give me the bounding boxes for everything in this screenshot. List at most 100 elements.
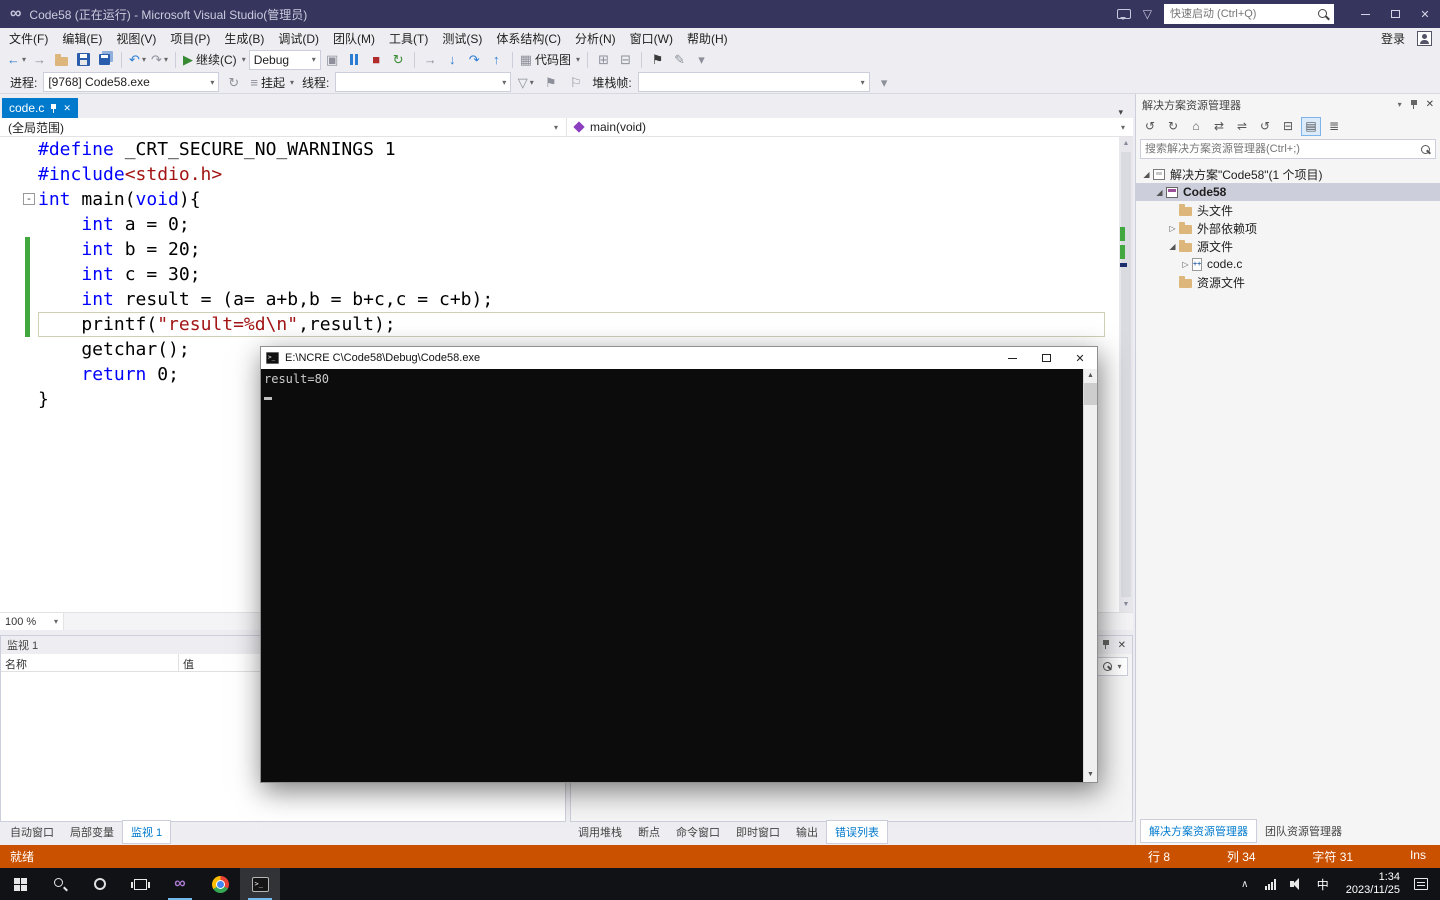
taskbar-console-app[interactable]: >_: [240, 868, 280, 900]
switch-views-button[interactable]: ⇄: [1209, 117, 1229, 136]
redo-button[interactable]: ↷ ▾: [149, 49, 170, 70]
flag-thread-button[interactable]: ⚑: [540, 72, 561, 93]
code-gutter[interactable]: [0, 262, 38, 287]
panel-tab-0[interactable]: 调用堆栈: [570, 821, 630, 843]
taskbar-visual-studio[interactable]: ∞: [160, 868, 200, 900]
tree-expander-icon[interactable]: ◢: [1140, 170, 1153, 179]
unflag-threads-button[interactable]: ⚐: [565, 72, 586, 93]
solution-search-input[interactable]: [1145, 143, 1420, 155]
tree-item-solution[interactable]: ◢ 解决方案"Code58"(1 个项目): [1136, 165, 1440, 183]
menu-item-6[interactable]: 团队(M): [326, 28, 382, 49]
collapse-all-button[interactable]: ⊟: [1278, 117, 1298, 136]
attach-to-process-button[interactable]: ▣: [322, 49, 343, 70]
filter-threads-button[interactable]: ▽ ▾: [515, 72, 536, 93]
debug-configuration[interactable]: Debug ▾: [248, 49, 321, 70]
code-gutter[interactable]: [0, 212, 38, 237]
console-window[interactable]: >_ E:\NCRE C\Code58\Debug\Code58.exe ✕ r…: [260, 346, 1098, 783]
code-line-4[interactable]: int a = 0;: [0, 212, 1133, 237]
navigate-backward-button[interactable]: ← ▾: [5, 49, 28, 70]
panel-tab-4[interactable]: 输出: [788, 821, 826, 843]
menu-item-2[interactable]: 视图(V): [109, 28, 163, 49]
scrollbar-thumb[interactable]: [1084, 383, 1097, 405]
explorer-tab-1[interactable]: 团队资源管理器: [1257, 820, 1350, 842]
expand-outlining-button[interactable]: ⊞: [593, 49, 614, 70]
ime-button[interactable]: 中: [1310, 868, 1336, 900]
console-scrollbar[interactable]: ▲ ▼: [1083, 369, 1097, 782]
panel-tab-1[interactable]: 断点: [630, 821, 668, 843]
menu-item-7[interactable]: 工具(T): [382, 28, 435, 49]
step-out-button[interactable]: ↑: [486, 49, 507, 70]
code-gutter[interactable]: [0, 137, 38, 162]
start-button[interactable]: [0, 868, 40, 900]
refresh-button[interactable]: ↺: [1255, 117, 1275, 136]
toggle-bookmark-button[interactable]: ⚑: [647, 49, 668, 70]
panel-tab-5[interactable]: 错误列表: [826, 820, 888, 844]
show-all-files-button[interactable]: ▤: [1301, 116, 1321, 136]
scrollbar-thumb[interactable]: [1121, 152, 1131, 597]
menu-item-11[interactable]: 窗口(W): [623, 28, 680, 49]
process-refresh-button[interactable]: ↻: [223, 72, 244, 93]
save-button[interactable]: [73, 49, 94, 70]
member-dropdown[interactable]: main(void) ▾: [566, 118, 1133, 136]
notifications-filter-icon[interactable]: ▽: [1143, 7, 1152, 21]
explorer-tab-0[interactable]: 解决方案资源管理器: [1140, 819, 1257, 843]
break-all-button[interactable]: [344, 49, 365, 70]
code-gutter[interactable]: [0, 237, 38, 262]
panel-tab-2[interactable]: 命令窗口: [668, 821, 728, 843]
menu-item-9[interactable]: 体系结构(C): [489, 28, 568, 49]
code-line-6[interactable]: int c = 30;: [0, 262, 1133, 287]
menu-item-12[interactable]: 帮助(H): [680, 28, 735, 49]
editor-vertical-scrollbar[interactable]: ▲ ▼: [1119, 137, 1133, 612]
taskbar-clock[interactable]: 1:34 2023/11/25: [1336, 871, 1410, 897]
toolbar-options-button[interactable]: ▾: [691, 49, 712, 70]
menu-item-1[interactable]: 编辑(E): [55, 28, 109, 49]
action-center-icon[interactable]: [1414, 878, 1428, 890]
tree-item-project-code58[interactable]: ◢ Code58: [1136, 183, 1440, 201]
scope-dropdown[interactable]: (全局范围) ▾: [0, 118, 566, 136]
menu-item-5[interactable]: 调试(D): [271, 28, 326, 49]
undo-button[interactable]: ↶ ▾: [127, 49, 148, 70]
close-button[interactable]: ✕: [1410, 0, 1440, 28]
sync-with-active-document-button[interactable]: ⇌: [1232, 117, 1252, 136]
scroll-up-icon[interactable]: ▲: [1119, 137, 1133, 151]
user-avatar-icon[interactable]: [1417, 30, 1432, 46]
stack-frame-combo[interactable]: ▾: [637, 72, 870, 92]
open-file-button[interactable]: [51, 49, 72, 70]
tree-expander-icon[interactable]: ◢: [1166, 242, 1179, 251]
properties-button[interactable]: ≣: [1324, 117, 1344, 136]
error-list-search-box[interactable]: ▾: [1096, 656, 1128, 676]
feedback-icon[interactable]: [1116, 9, 1131, 20]
panel-tab-3[interactable]: 即时窗口: [728, 821, 788, 843]
maximize-button[interactable]: [1380, 0, 1410, 28]
scroll-down-icon[interactable]: ▼: [1119, 598, 1133, 612]
console-titlebar[interactable]: >_ E:\NCRE C\Code58\Debug\Code58.exe ✕: [261, 347, 1097, 369]
menu-item-8[interactable]: 测试(S): [435, 28, 489, 49]
fold-toggle-icon[interactable]: -: [23, 193, 35, 205]
zoom-dropdown[interactable]: 100 % ▾: [0, 613, 64, 630]
menu-item-0[interactable]: 文件(F): [2, 28, 55, 49]
minimize-button[interactable]: [1350, 0, 1380, 28]
quick-launch-box[interactable]: [1164, 4, 1334, 24]
continue-button[interactable]: ▶ 继续(C) ▾: [181, 49, 248, 70]
pin-panel-icon[interactable]: [1102, 640, 1110, 650]
code-gutter[interactable]: -: [0, 187, 38, 212]
window-position-dropdown-icon[interactable]: ▾: [1398, 100, 1402, 109]
document-list-dropdown-icon[interactable]: ▾: [1118, 107, 1133, 118]
close-panel-icon[interactable]: ✕: [1118, 640, 1126, 651]
taskbar-search-button[interactable]: [40, 868, 80, 900]
watch-column-header-0[interactable]: 名称: [1, 654, 179, 671]
code-line-2[interactable]: #include<stdio.h>: [0, 162, 1133, 187]
stop-debugging-button[interactable]: ■: [366, 49, 387, 70]
code-gutter[interactable]: [0, 287, 38, 312]
console-close-button[interactable]: ✕: [1063, 347, 1097, 369]
cortana-button[interactable]: [80, 868, 120, 900]
close-panel-icon[interactable]: ✕: [1426, 99, 1434, 110]
suspend-button[interactable]: ≡ 挂起 ▾: [248, 72, 296, 93]
forward-button[interactable]: ↻: [1163, 117, 1183, 136]
back-button[interactable]: ↺: [1140, 117, 1160, 136]
restart-button[interactable]: ↻: [388, 49, 409, 70]
process-combo[interactable]: [9768] Code58.exe ▾: [43, 72, 220, 92]
console-maximize-button[interactable]: [1029, 347, 1063, 369]
pin-panel-icon[interactable]: [1410, 99, 1418, 110]
step-over-button[interactable]: ↷: [464, 49, 485, 70]
